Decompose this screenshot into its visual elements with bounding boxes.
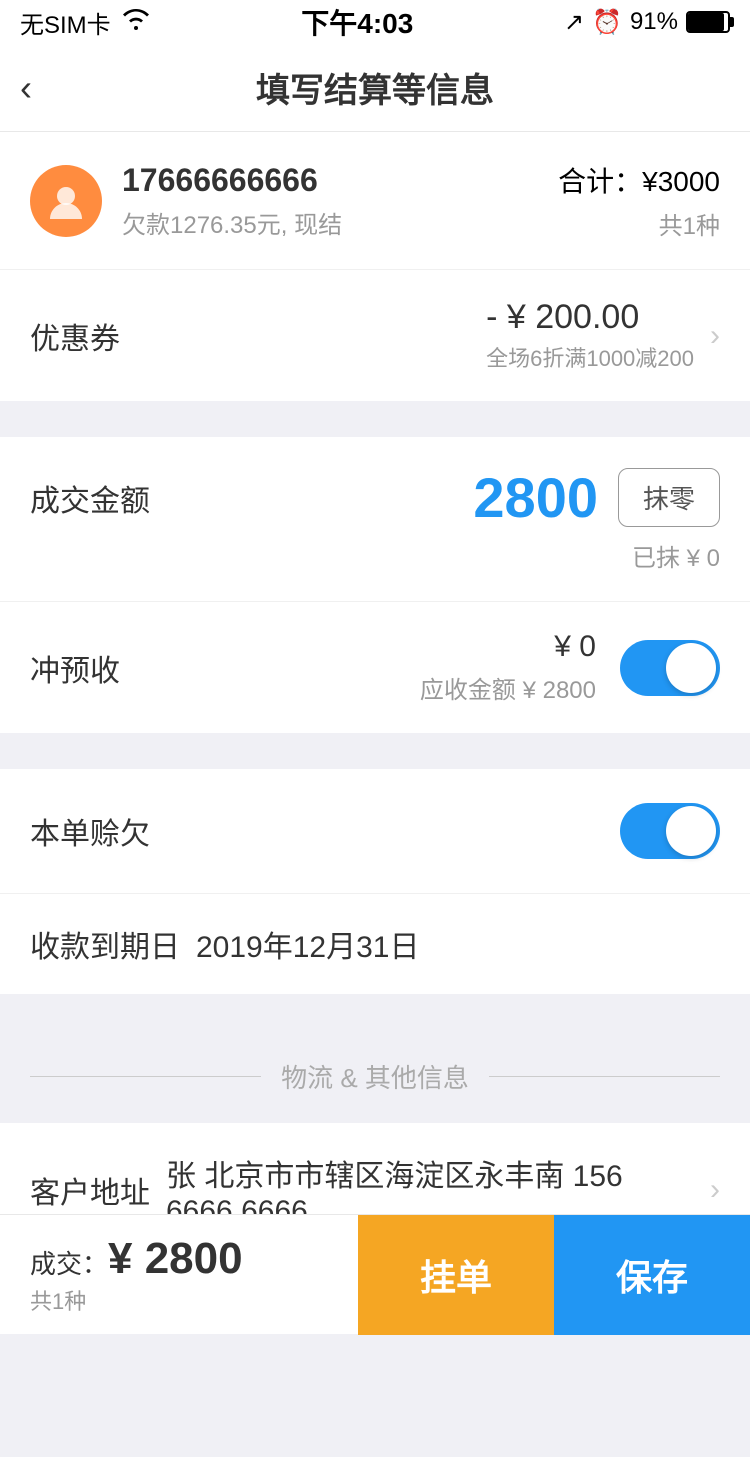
coupon-right: - ¥ 200.00 全场6折满1000减200 › <box>486 298 720 373</box>
separator-2 <box>0 749 750 769</box>
customer-section: 17666666666 欠款1276.35元, 现结 合计：¥3000 共1种 … <box>0 132 750 401</box>
customer-right: 合计：¥3000 共1种 <box>558 160 720 241</box>
carrier-label: 无SIM卡 <box>20 5 111 40</box>
chevron-right-icon: › <box>710 319 720 353</box>
footer-left: 成交：¥ 2800 共1种 <box>0 1234 358 1316</box>
separator-1 <box>0 417 750 437</box>
due-date-label: 收款到期日 <box>30 922 180 966</box>
debt-toggle[interactable] <box>620 803 720 859</box>
deal-right: 2800 抹零 <box>473 465 720 530</box>
order-count: 共1种 <box>558 206 720 241</box>
save-button[interactable]: 保存 <box>554 1215 750 1335</box>
logistics-line-left <box>30 1076 261 1077</box>
location-icon: ↗ <box>564 8 584 37</box>
prepay-amount-block: ¥ 0 应收金额 ¥ 2800 <box>420 630 596 705</box>
status-right: ↗ ⏰ 91% <box>564 8 730 37</box>
deal-row: 成交金额 2800 抹零 <box>30 465 720 530</box>
due-date-row: 收款到期日 2019年12月31日 <box>30 922 720 966</box>
prepay-toggle[interactable] <box>620 640 720 696</box>
total-value: ¥3000 <box>642 166 720 197</box>
separator-3 <box>0 1010 750 1030</box>
coupon-label: 优惠券 <box>30 314 120 358</box>
prepay-row: 冲预收 ¥ 0 应收金额 ¥ 2800 <box>0 601 750 733</box>
status-bar: 无SIM卡 下午4:03 ↗ ⏰ 91% <box>0 0 750 44</box>
wifi-icon <box>121 8 151 37</box>
footer-deal-label: 成交： <box>30 1249 108 1279</box>
due-date-value: 2019年12月31日 <box>196 922 419 966</box>
prepay-label: 冲预收 <box>30 646 120 690</box>
total-label: 合计： <box>558 166 642 197</box>
avatar <box>30 165 102 237</box>
footer-count: 共1种 <box>30 1284 328 1316</box>
deal-section: 成交金额 2800 抹零 已抹 ¥ 0 冲预收 ¥ 0 应收金额 ¥ 2800 <box>0 437 750 733</box>
footer-amount: ¥ 2800 <box>108 1234 243 1283</box>
debt-toggle-knob <box>666 806 716 856</box>
prepay-right: ¥ 0 应收金额 ¥ 2800 <box>420 630 720 705</box>
coupon-amount-block: - ¥ 200.00 全场6折满1000减200 <box>486 298 694 373</box>
deal-amount-value: 2800 <box>473 465 598 530</box>
prepay-amount: ¥ 0 <box>420 630 596 664</box>
deal-amount-row: 成交金额 2800 抹零 已抹 ¥ 0 <box>0 437 750 601</box>
page-title: 填写结算等信息 <box>256 63 494 112</box>
customer-sub: 欠款1276.35元, 现结 <box>122 205 342 240</box>
round-off-button[interactable]: 抹零 <box>618 468 720 527</box>
coupon-row[interactable]: 优惠券 - ¥ 200.00 全场6折满1000减200 › <box>0 269 750 401</box>
logistics-section-header: 物流 & 其他信息 <box>0 1030 750 1123</box>
debt-row: 本单赊欠 <box>0 769 750 893</box>
status-time: 下午4:03 <box>301 2 413 42</box>
coupon-desc: 全场6折满1000减200 <box>486 341 694 373</box>
logistics-label: 物流 & 其他信息 <box>281 1058 469 1095</box>
nav-bar: ‹ 填写结算等信息 <box>0 44 750 132</box>
total-row: 合计：¥3000 <box>558 160 720 200</box>
hang-order-button[interactable]: 挂单 <box>358 1215 554 1335</box>
toggle-knob <box>666 643 716 693</box>
address-label: 客户地址 <box>30 1168 150 1212</box>
debt-label: 本单赊欠 <box>30 809 150 853</box>
prepay-sub: 应收金额 ¥ 2800 <box>420 670 596 705</box>
customer-phone: 17666666666 <box>122 162 342 199</box>
coupon-amount: - ¥ 200.00 <box>486 298 694 337</box>
battery-percent: 91% <box>630 8 678 36</box>
battery-icon <box>686 11 730 33</box>
customer-info: 17666666666 欠款1276.35元, 现结 <box>122 162 342 240</box>
footer: 成交：¥ 2800 共1种 挂单 保存 <box>0 1214 750 1334</box>
deal-label: 成交金额 <box>30 476 150 520</box>
customer-row: 17666666666 欠款1276.35元, 现结 合计：¥3000 共1种 <box>0 132 750 269</box>
debt-section: 本单赊欠 收款到期日 2019年12月31日 <box>0 769 750 994</box>
deal-sub: 已抹 ¥ 0 <box>30 538 720 573</box>
due-date-section: 收款到期日 2019年12月31日 <box>0 893 750 994</box>
alarm-icon: ⏰ <box>592 8 622 37</box>
back-button[interactable]: ‹ <box>20 67 32 109</box>
footer-deal-row: 成交：¥ 2800 <box>30 1234 328 1284</box>
status-left: 无SIM卡 <box>20 5 151 40</box>
customer-left: 17666666666 欠款1276.35元, 现结 <box>30 162 342 240</box>
address-chevron-icon: › <box>710 1173 720 1207</box>
logistics-line-right <box>489 1076 720 1077</box>
